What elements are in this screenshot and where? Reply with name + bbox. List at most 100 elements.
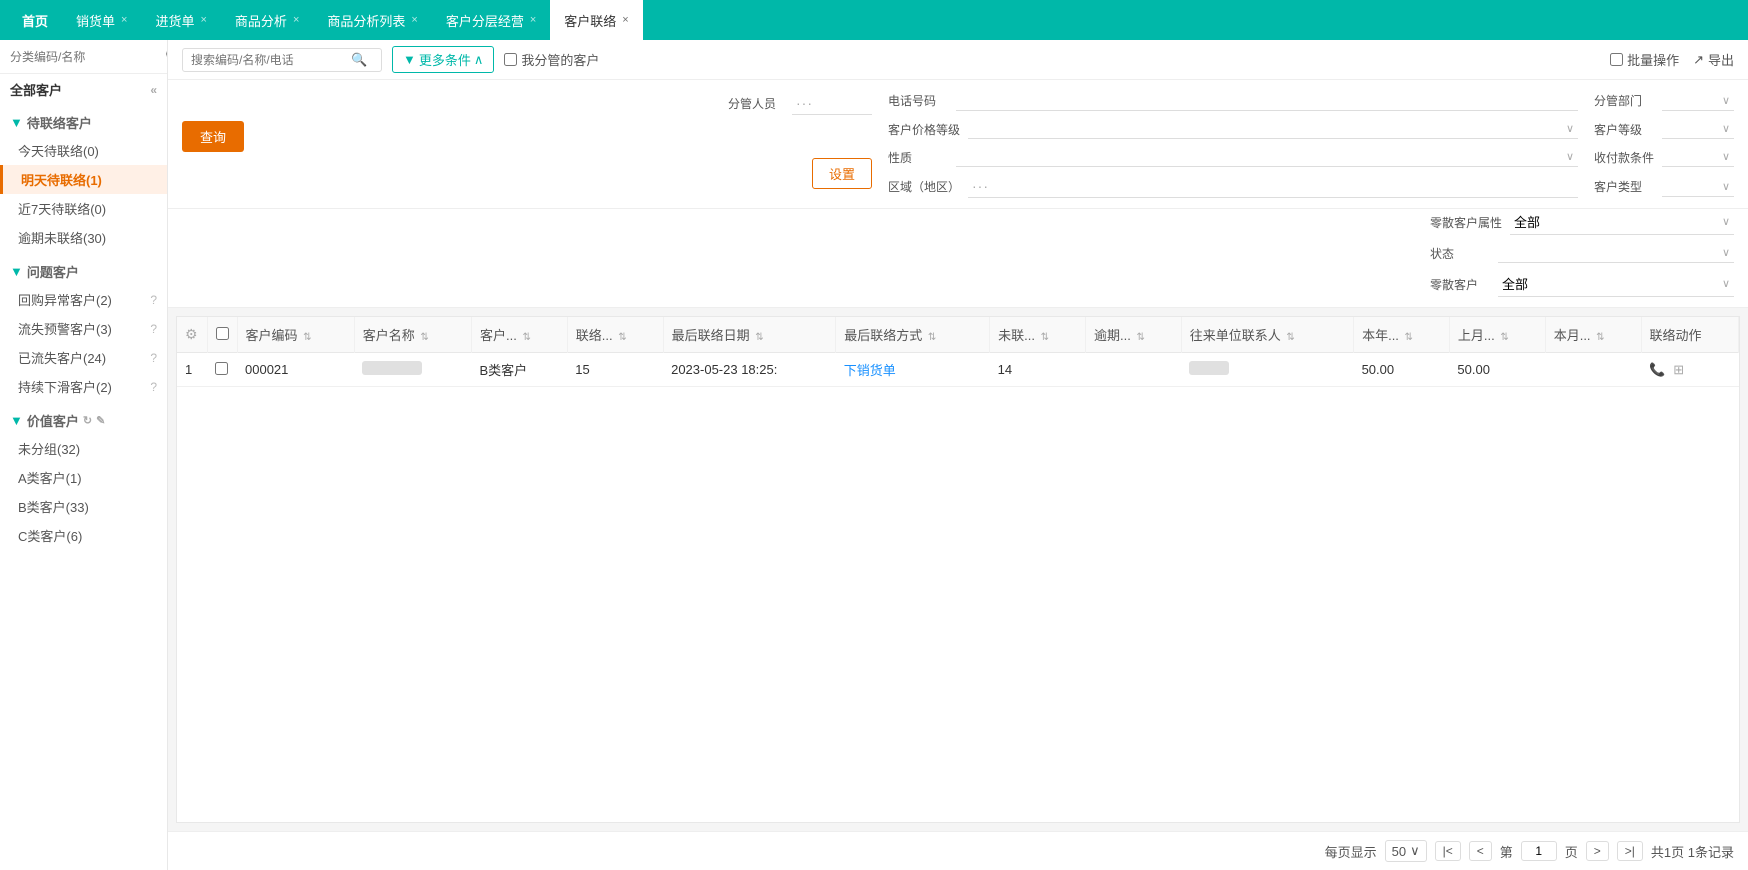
close-product-analysis-list-icon[interactable]: × bbox=[411, 14, 417, 26]
question-icon-1: ? bbox=[150, 293, 157, 307]
column-settings-icon[interactable]: ⚙ bbox=[185, 326, 198, 342]
next-page-button[interactable]: > bbox=[1586, 841, 1609, 861]
filter-phone-input[interactable] bbox=[956, 90, 1578, 111]
close-sales-order-icon[interactable]: × bbox=[121, 14, 127, 26]
nav-home[interactable]: 首页 bbox=[8, 0, 62, 40]
pagination-bar: 每页显示 50 ∨ |< < 第 页 > >| 共1页 1条记录 bbox=[168, 831, 1748, 870]
filter-customer-type-select[interactable]: ∨ bbox=[1662, 177, 1734, 197]
filter-payment-label: 收付款条件 bbox=[1594, 149, 1654, 166]
sidebar-item-today[interactable]: 今天待联络(0) bbox=[0, 136, 167, 165]
filter-dept-select[interactable]: ∨ bbox=[1662, 91, 1734, 111]
col-customer-name: 客户名称 ⇅ bbox=[354, 317, 471, 353]
my-customers-filter: 我分管的客户 bbox=[504, 50, 599, 69]
advanced-filters: 电话号码 分管部门 ∨ 分管人员 ··· 查询 设置 bbox=[168, 80, 1748, 209]
row-contact-person bbox=[1181, 353, 1353, 387]
filter-phone-label: 电话号码 bbox=[888, 92, 948, 109]
select-all-checkbox[interactable] bbox=[216, 327, 229, 340]
filter-payment-select[interactable]: ∨ bbox=[1662, 147, 1734, 167]
page-size-chevron-icon: ∨ bbox=[1410, 843, 1420, 859]
status-label: 状态 bbox=[1430, 245, 1490, 262]
last-page-button[interactable]: >| bbox=[1617, 841, 1643, 861]
sidebar-item-repurchase-abnormal[interactable]: 回购异常客户(2) ? bbox=[0, 285, 167, 314]
page-number-input[interactable] bbox=[1521, 841, 1557, 861]
sidebar-all-customers[interactable]: 全部客户 « bbox=[0, 74, 167, 105]
sidebar-search-bar: 🔍 bbox=[0, 40, 167, 74]
sidebar-search-input[interactable] bbox=[10, 50, 165, 64]
nav-purchase-order[interactable]: 进货单 × bbox=[141, 0, 220, 40]
close-customer-contact-icon[interactable]: × bbox=[622, 14, 628, 26]
col-customer-type: 客户... ⇅ bbox=[471, 317, 567, 353]
content-area: 🔍 ▼ 更多条件 ∧ 我分管的客户 批量操作 ↗ 导出 bbox=[168, 40, 1748, 870]
sidebar-problem-title[interactable]: ▼ 问题客户 bbox=[0, 258, 167, 285]
sidebar-item-churned[interactable]: 已流失客户(24) ? bbox=[0, 343, 167, 372]
filter-customer-level: 客户等级 ∨ bbox=[1594, 119, 1734, 139]
batch-op-checkbox[interactable] bbox=[1610, 53, 1623, 66]
payment-chevron-icon: ∨ bbox=[1722, 150, 1730, 163]
sidebar-item-7days[interactable]: 近7天待联络(0) bbox=[0, 194, 167, 223]
close-product-analysis-icon[interactable]: × bbox=[293, 14, 299, 26]
type-sort-icon: ⇅ bbox=[522, 332, 530, 343]
filter-customer-level-select[interactable]: ∨ bbox=[1662, 119, 1734, 139]
extra-filter-rows: 零散客户属性 全部 ∨ 状态 ∨ bbox=[168, 209, 1748, 308]
row-checkbox[interactable] bbox=[215, 362, 228, 375]
filter-search-icon[interactable]: 🔍 bbox=[351, 52, 367, 68]
question-icon-4: ? bbox=[150, 380, 157, 394]
sidebar-item-class-b[interactable]: B类客户(33) bbox=[0, 492, 167, 521]
settings-button[interactable]: 设置 bbox=[812, 158, 872, 189]
row-index: 1 bbox=[177, 353, 207, 387]
sidebar-item-unclassified[interactable]: 未分组(32) bbox=[0, 434, 167, 463]
filter-customer-level-label: 客户等级 bbox=[1594, 121, 1654, 138]
filter-region-select[interactable]: ··· bbox=[968, 175, 1578, 198]
search-input[interactable] bbox=[191, 53, 351, 67]
sidebar-item-overdue[interactable]: 逾期未联络(30) bbox=[0, 223, 167, 252]
status-select[interactable]: ∨ bbox=[1498, 243, 1734, 263]
first-page-button[interactable]: |< bbox=[1435, 841, 1461, 861]
nav-customer-contact[interactable]: 客户联络 × bbox=[550, 0, 642, 40]
value-refresh-icon[interactable]: ↻ bbox=[83, 414, 92, 427]
page-size-select[interactable]: 50 ∨ bbox=[1385, 840, 1427, 862]
row-name bbox=[354, 353, 471, 387]
value-edit-icon[interactable]: ✎ bbox=[96, 414, 105, 427]
nav-product-analysis-list[interactable]: 商品分析列表 × bbox=[313, 0, 431, 40]
sidebar-item-tomorrow[interactable]: 明天待联络(1) bbox=[0, 165, 167, 194]
data-table: ⚙ 客户编码 ⇅ 客户名称 ⇅ bbox=[176, 316, 1740, 823]
phone-action-icon[interactable]: 📞 bbox=[1649, 362, 1665, 378]
prev-page-button[interactable]: < bbox=[1469, 841, 1492, 861]
retail-attr-select-2[interactable]: 全部 ∨ bbox=[1510, 209, 1734, 235]
more-conditions-button[interactable]: ▼ 更多条件 ∧ bbox=[392, 46, 494, 73]
my-customers-checkbox[interactable] bbox=[504, 53, 517, 66]
export-button[interactable]: ↗ 导出 bbox=[1693, 50, 1734, 69]
nav-sales-order[interactable]: 销货单 × bbox=[62, 0, 141, 40]
query-button[interactable]: 查询 bbox=[182, 121, 244, 152]
row-type: B类客户 bbox=[471, 353, 567, 387]
chevron-up-icon: ∧ bbox=[474, 52, 484, 68]
close-purchase-order-icon[interactable]: × bbox=[200, 14, 206, 26]
sidebar-item-class-a[interactable]: A类客户(1) bbox=[0, 463, 167, 492]
batch-op-button[interactable]: 批量操作 bbox=[1610, 50, 1679, 69]
grid-action-icon[interactable]: ⊞ bbox=[1673, 362, 1684, 378]
filter-manager-select[interactable]: ··· bbox=[792, 92, 872, 115]
last-method-link[interactable]: 下销货单 bbox=[844, 363, 896, 378]
sidebar-item-churn-warning[interactable]: 流失预警客户(3) ? bbox=[0, 314, 167, 343]
sidebar-pending-title[interactable]: ▼ 待联络客户 bbox=[0, 109, 167, 136]
nav-product-analysis[interactable]: 商品分析 × bbox=[221, 0, 313, 40]
filter-phone: 电话号码 bbox=[888, 90, 1578, 111]
question-icon-2: ? bbox=[150, 322, 157, 336]
extra-row-4: 零散客户 全部 ∨ bbox=[182, 271, 1734, 297]
contact-person-blurred bbox=[1189, 361, 1229, 375]
nav-customer-layered[interactable]: 客户分层经营 × bbox=[432, 0, 550, 40]
customer-level-chevron-icon: ∨ bbox=[1722, 122, 1730, 135]
contact-person-sort-icon: ⇅ bbox=[1286, 332, 1294, 343]
row-last-date: 2023-05-23 18:25: bbox=[663, 353, 836, 387]
action-icons: 📞 ⊞ bbox=[1649, 362, 1730, 378]
sidebar-value-title[interactable]: ▼ 价值客户 ↻ ✎ bbox=[0, 407, 167, 434]
col-overdue: 逾期... ⇅ bbox=[1085, 317, 1181, 353]
sidebar-item-class-c[interactable]: C类客户(6) bbox=[0, 521, 167, 550]
filter-buttons-col: 分管人员 ··· 查询 设置 bbox=[182, 90, 872, 198]
filter-price-level-select[interactable]: ∨ bbox=[968, 119, 1578, 139]
this-year-sort-icon: ⇅ bbox=[1405, 332, 1413, 343]
filter-nature-select[interactable]: ∨ bbox=[956, 147, 1578, 167]
retail-customer-select[interactable]: 全部 ∨ bbox=[1498, 271, 1734, 297]
close-customer-layered-icon[interactable]: × bbox=[530, 14, 536, 26]
sidebar-item-declining[interactable]: 持续下滑客户(2) ? bbox=[0, 372, 167, 401]
